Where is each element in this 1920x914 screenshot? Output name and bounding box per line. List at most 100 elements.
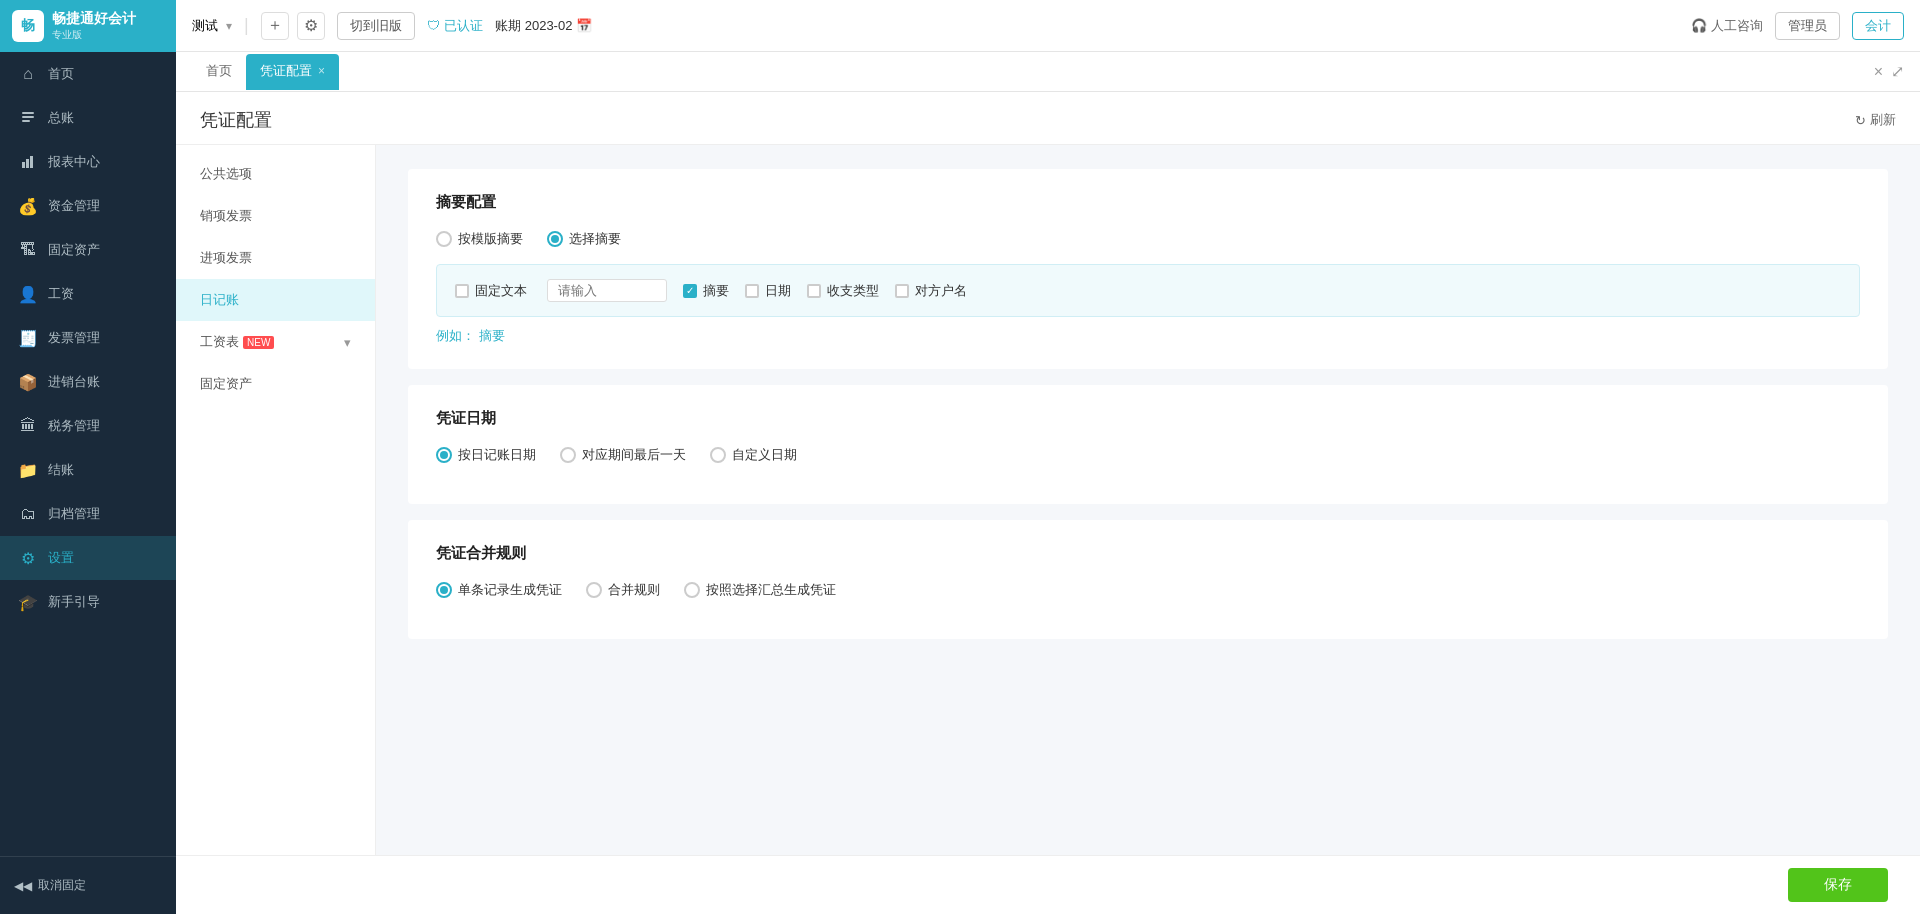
sidebar-item-label: 总账 bbox=[48, 109, 74, 127]
sidebar-item-ledger[interactable]: 总账 bbox=[0, 96, 176, 140]
cancel-pin-button[interactable]: ◀◀ 取消固定 bbox=[0, 867, 176, 904]
period-value: 2023-02 bbox=[525, 18, 573, 33]
page: 凭证配置 ↻ 刷新 公共选项 销项发票 进项发票 bbox=[176, 92, 1920, 914]
consult-button[interactable]: 🎧 人工咨询 bbox=[1691, 17, 1763, 35]
date-section: 凭证日期 按日记账日期 对应期间最后一天 bbox=[408, 385, 1888, 504]
sidebar-item-closing[interactable]: 📁 结账 bbox=[0, 448, 176, 492]
settings-button[interactable]: ⚙ bbox=[297, 12, 325, 40]
nav-item-fixed-assets-config[interactable]: 固定资产 bbox=[176, 363, 375, 405]
add-button[interactable]: ＋ bbox=[261, 12, 289, 40]
sidebar-item-purchase-sales[interactable]: 📦 进销台账 bbox=[0, 360, 176, 404]
radio-period-last-day[interactable]: 对应期间最后一天 bbox=[560, 446, 686, 464]
topbar-actions: ＋ ⚙ bbox=[261, 12, 325, 40]
tab-voucher-config[interactable]: 凭证配置 × bbox=[246, 54, 339, 90]
sidebar-item-label: 资金管理 bbox=[48, 197, 100, 215]
ledger-icon bbox=[18, 108, 38, 128]
fixed-text-input[interactable] bbox=[547, 279, 667, 302]
sidebar-item-archive[interactable]: 🗂 归档管理 bbox=[0, 492, 176, 536]
radio-diary-circle bbox=[436, 447, 452, 463]
sidebar-item-invoice[interactable]: 🧾 发票管理 bbox=[0, 316, 176, 360]
app-logo-icon: 畅 bbox=[12, 10, 44, 42]
summary-checkbox-row: 固定文本 摘要 日期 bbox=[436, 264, 1860, 317]
refresh-button[interactable]: ↻ 刷新 bbox=[1855, 111, 1896, 129]
nav-item-public[interactable]: 公共选项 bbox=[176, 153, 375, 195]
sidebar-item-label: 税务管理 bbox=[48, 417, 100, 435]
nav-item-payroll[interactable]: 工资表NEW ▾ bbox=[176, 321, 375, 363]
tabbar-right: × ⤢ bbox=[1874, 62, 1904, 81]
date-radio-group: 按日记账日期 对应期间最后一天 自定义日期 bbox=[436, 446, 1860, 464]
window-close-button[interactable]: × bbox=[1874, 63, 1883, 81]
shield-icon: 🛡 bbox=[427, 18, 440, 33]
sidebar-item-label: 首页 bbox=[48, 65, 74, 83]
sidebar-item-reports[interactable]: 报表中心 bbox=[0, 140, 176, 184]
checkbox-summary[interactable]: 摘要 bbox=[683, 282, 729, 300]
radio-custom-date[interactable]: 自定义日期 bbox=[710, 446, 797, 464]
project-name: 测试 bbox=[192, 17, 218, 35]
sidebar-item-guide[interactable]: 🎓 新手引导 bbox=[0, 580, 176, 624]
sidebar-item-tax[interactable]: 🏛 税务管理 bbox=[0, 404, 176, 448]
sidebar-item-capital[interactable]: 💰 资金管理 bbox=[0, 184, 176, 228]
svg-rect-1 bbox=[22, 116, 34, 118]
checkbox-date[interactable]: 日期 bbox=[745, 282, 791, 300]
tab-home[interactable]: 首页 bbox=[192, 54, 246, 90]
window-expand-button[interactable]: ⤢ bbox=[1891, 62, 1904, 81]
invoice-icon: 🧾 bbox=[18, 328, 38, 348]
date-title: 凭证日期 bbox=[436, 409, 1860, 428]
sidebar-item-label: 进销台账 bbox=[48, 373, 100, 391]
save-bar: 保存 bbox=[176, 855, 1920, 914]
radio-template-summary[interactable]: 按模版摘要 bbox=[436, 230, 523, 248]
topbar: 测试 ▾ | ＋ ⚙ 切到旧版 🛡 已认证 账期 2023-02 📅 🎧 人工咨… bbox=[176, 0, 1920, 52]
settings-icon: ⚙ bbox=[18, 548, 38, 568]
radio-merge-rule[interactable]: 合并规则 bbox=[586, 581, 660, 599]
nav-item-diary[interactable]: 日记账 bbox=[176, 279, 375, 321]
role-button[interactable]: 会计 bbox=[1852, 12, 1904, 40]
radio-select-summary[interactable]: 选择摘要 bbox=[547, 230, 621, 248]
sidebar-item-label: 结账 bbox=[48, 461, 74, 479]
topbar-divider: | bbox=[244, 15, 249, 36]
checkbox-counterparty[interactable]: 对方户名 bbox=[895, 282, 967, 300]
sidebar-item-settings[interactable]: ⚙ 设置 bbox=[0, 536, 176, 580]
content-area: 凭证配置 ↻ 刷新 公共选项 销项发票 进项发票 bbox=[176, 92, 1920, 914]
sidebar-logo: 畅 畅捷通好会计 专业版 bbox=[0, 0, 176, 52]
dropdown-icon: ▾ bbox=[226, 19, 232, 33]
tax-icon: 🏛 bbox=[18, 416, 38, 436]
summary-section: 摘要配置 按模版摘要 选择摘要 bbox=[408, 169, 1888, 369]
checkbox-fixed-text-box bbox=[455, 284, 469, 298]
tab-close-icon[interactable]: × bbox=[318, 64, 325, 78]
sidebar-item-label: 新手引导 bbox=[48, 593, 100, 611]
checkbox-fixed-text[interactable]: 固定文本 bbox=[455, 282, 527, 300]
period-label: 账期 bbox=[495, 17, 521, 35]
save-button[interactable]: 保存 bbox=[1788, 868, 1888, 902]
reports-icon bbox=[18, 152, 38, 172]
app-edition: 专业版 bbox=[52, 28, 136, 42]
merge-title: 凭证合并规则 bbox=[436, 544, 1860, 563]
topbar-right: 🎧 人工咨询 管理员 会计 bbox=[1691, 12, 1904, 40]
radio-diary-date[interactable]: 按日记账日期 bbox=[436, 446, 536, 464]
project-selector[interactable]: 测试 ▾ bbox=[192, 17, 232, 35]
switch-version-button[interactable]: 切到旧版 bbox=[337, 12, 415, 40]
archive-icon: 🗂 bbox=[18, 504, 38, 524]
pin-icon: ◀◀ bbox=[14, 879, 32, 893]
merge-radio-group: 单条记录生成凭证 合并规则 按照选择汇总生成凭证 bbox=[436, 581, 1860, 599]
nav-item-sales-invoice[interactable]: 销项发票 bbox=[176, 195, 375, 237]
sidebar-item-fixed-assets[interactable]: 🏗 固定资产 bbox=[0, 228, 176, 272]
radio-aggregate-circle bbox=[684, 582, 700, 598]
svg-rect-3 bbox=[22, 162, 25, 168]
period-display: 账期 2023-02 📅 bbox=[495, 17, 593, 35]
page-header: 凭证配置 ↻ 刷新 bbox=[176, 92, 1920, 145]
radio-aggregate[interactable]: 按照选择汇总生成凭证 bbox=[684, 581, 836, 599]
sidebar-item-label: 发票管理 bbox=[48, 329, 100, 347]
sidebar-item-home[interactable]: ⌂ 首页 bbox=[0, 52, 176, 96]
checkbox-income-type[interactable]: 收支类型 bbox=[807, 282, 879, 300]
radio-single-record[interactable]: 单条记录生成凭证 bbox=[436, 581, 562, 599]
radio-merge-circle bbox=[586, 582, 602, 598]
svg-rect-0 bbox=[22, 112, 34, 114]
user-button[interactable]: 管理员 bbox=[1775, 12, 1840, 40]
nav-item-purchase-invoice[interactable]: 进项发票 bbox=[176, 237, 375, 279]
certified-badge: 🛡 已认证 bbox=[427, 17, 483, 35]
home-icon: ⌂ bbox=[18, 64, 38, 84]
sidebar-item-label: 归档管理 bbox=[48, 505, 100, 523]
purchase-sales-icon: 📦 bbox=[18, 372, 38, 392]
sidebar-item-salary[interactable]: 👤 工资 bbox=[0, 272, 176, 316]
page-body: 公共选项 销项发票 进项发票 日记账 工资表NEW ▾ bbox=[176, 145, 1920, 855]
